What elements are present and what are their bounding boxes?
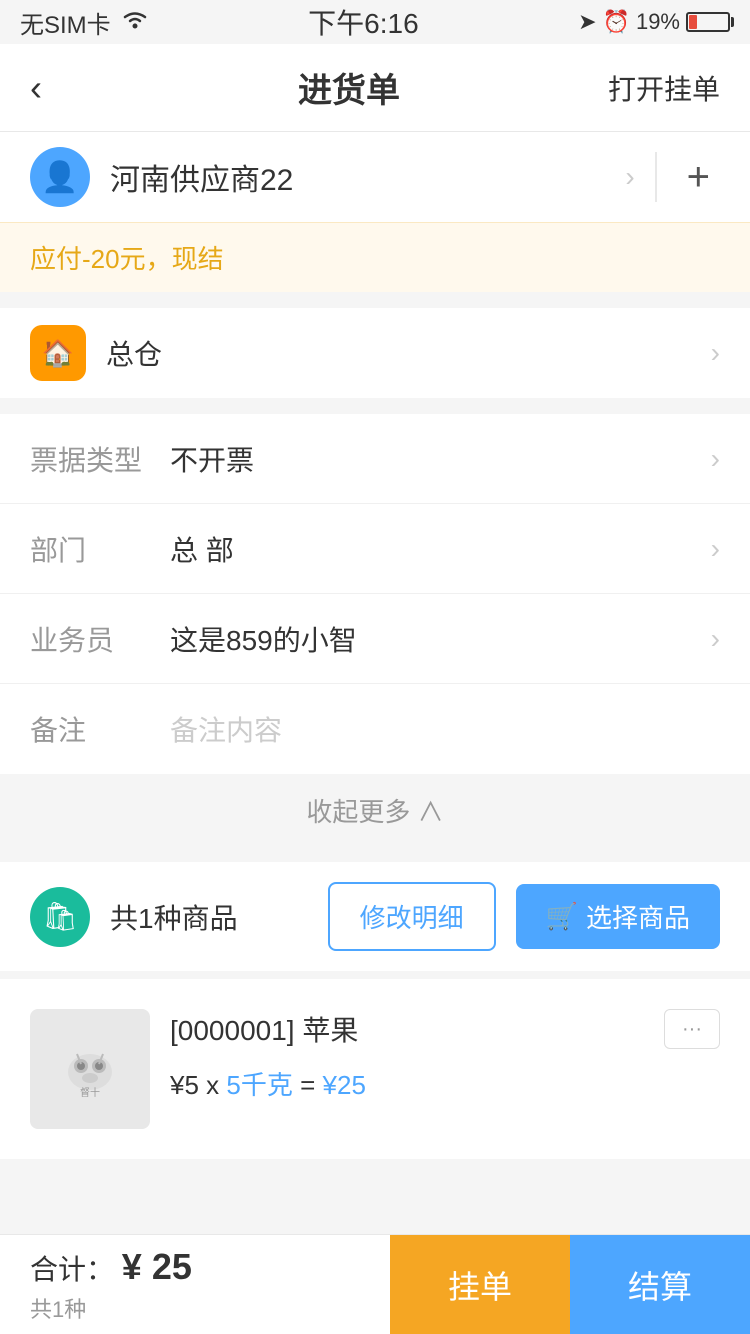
total-amount: ¥ 25: [122, 1246, 192, 1287]
owl-icon: 督十: [50, 1029, 130, 1109]
hang-label: 挂单: [448, 1262, 512, 1308]
carrier-label: 无SIM卡: [20, 5, 111, 40]
nav-bar: ‹ 进货单 打开挂单: [0, 44, 750, 132]
department-label: 部门: [30, 529, 170, 569]
product-card: 督十 [0000001] 苹果 ¥5 x 5千克 = ¥25 ···: [0, 979, 750, 1159]
bottom-bar: 合计： ¥ 25 共1种 挂单 结算: [0, 1234, 750, 1334]
warehouse-section: 🏠 总仓 ›: [0, 308, 750, 398]
collapse-label: 收起更多 ∧: [306, 792, 443, 829]
product-info: [0000001] 苹果 ¥5 x 5千克 = ¥25: [170, 1009, 644, 1102]
main-content: 👤 河南供应商22 › + 应付-20元，现结 🏠 总仓 › 票据类型 不开票 …: [0, 132, 750, 1259]
goods-header: 🛍 共1种商品 修改明细 🛒 选择商品: [0, 862, 750, 971]
alarm-icon: ⏰: [603, 9, 630, 35]
status-left: 无SIM卡: [20, 5, 149, 40]
divider: [655, 152, 657, 202]
checkout-label: 结算: [628, 1262, 692, 1308]
notice-text: 应付-20元，现结: [30, 244, 224, 274]
warehouse-icon: 🏠: [42, 338, 74, 369]
product-total: ¥25: [323, 1070, 366, 1100]
salesman-label: 业务员: [30, 619, 170, 659]
chevron-right-icon: ›: [711, 623, 720, 655]
location-icon: ➤: [578, 9, 596, 35]
edit-detail-button[interactable]: 修改明细: [328, 882, 496, 951]
total-label: 合计：: [30, 1254, 114, 1285]
remark-label: 备注: [30, 709, 170, 749]
remark-input[interactable]: 备注内容: [170, 709, 720, 749]
department-value: 总 部: [170, 529, 711, 569]
select-goods-label: 选择商品: [586, 898, 690, 935]
warehouse-icon-wrap: 🏠: [30, 325, 86, 381]
back-button[interactable]: ‹: [30, 67, 90, 109]
department-row[interactable]: 部门 总 部 ›: [0, 504, 750, 594]
bottom-summary: 合计： ¥ 25 共1种: [0, 1235, 390, 1334]
add-supplier-button[interactable]: +: [677, 155, 720, 200]
hang-button[interactable]: 挂单: [390, 1235, 570, 1334]
person-icon: 👤: [41, 160, 78, 195]
select-goods-button[interactable]: 🛒 选择商品: [516, 884, 720, 949]
remark-row[interactable]: 备注 备注内容: [0, 684, 750, 774]
product-code: [0000001]: [170, 1015, 295, 1046]
unit-price: ¥5: [170, 1070, 199, 1100]
status-bar: 无SIM卡 下午6:16 ➤ ⏰ 19%: [0, 0, 750, 44]
total-count: 共1种: [30, 1292, 360, 1324]
warehouse-row[interactable]: 🏠 总仓 ›: [0, 308, 750, 398]
svg-text:督十: 督十: [80, 1086, 100, 1099]
goods-count: 共1种商品: [110, 897, 308, 937]
salesman-row[interactable]: 业务员 这是859的小智 ›: [0, 594, 750, 684]
fields-section: 票据类型 不开票 › 部门 总 部 › 业务员 这是859的小智 › 备注 备注…: [0, 414, 750, 774]
product-price: ¥5 x 5千克 = ¥25: [170, 1065, 644, 1102]
goods-bag-icon: 🛍: [42, 900, 78, 933]
quantity: 5千克: [226, 1070, 292, 1100]
goods-icon-wrap: 🛍: [30, 887, 90, 947]
status-time: 下午6:16: [308, 2, 419, 42]
wifi-icon: [121, 8, 149, 36]
supplier-name: 河南供应商22: [110, 155, 625, 199]
cart-icon: 🛒: [546, 901, 578, 932]
product-name: [0000001] 苹果: [170, 1009, 644, 1049]
chevron-right-icon: ›: [711, 443, 720, 475]
notice-bar: 应付-20元，现结: [0, 222, 750, 292]
status-right: ➤ ⏰ 19%: [578, 9, 730, 35]
open-hang-button[interactable]: 打开挂单: [608, 68, 720, 108]
product-more-button[interactable]: ···: [664, 1009, 720, 1049]
salesman-value: 这是859的小智: [170, 619, 711, 659]
ticket-type-row[interactable]: 票据类型 不开票 ›: [0, 414, 750, 504]
chevron-right-icon: ›: [711, 337, 720, 369]
collapse-button[interactable]: 收起更多 ∧: [0, 774, 750, 846]
product-title: 苹果: [302, 1015, 358, 1046]
chevron-right-icon: ›: [625, 161, 634, 193]
warehouse-name: 总仓: [106, 333, 711, 373]
supplier-avatar: 👤: [30, 147, 90, 207]
total-amount-row: 合计： ¥ 25: [30, 1246, 360, 1288]
goods-section: 🛍 共1种商品 修改明细 🛒 选择商品: [0, 862, 750, 971]
ticket-type-label: 票据类型: [30, 439, 170, 479]
battery-percent: 19%: [636, 9, 680, 35]
supplier-row[interactable]: 👤 河南供应商22 › +: [0, 132, 750, 222]
battery-icon: [686, 12, 730, 32]
page-title: 进货单: [298, 63, 400, 112]
product-thumbnail: 督十: [30, 1009, 150, 1129]
chevron-right-icon: ›: [711, 533, 720, 565]
supplier-section: 👤 河南供应商22 › + 应付-20元，现结: [0, 132, 750, 292]
checkout-button[interactable]: 结算: [570, 1235, 750, 1334]
ticket-type-value: 不开票: [170, 439, 711, 479]
